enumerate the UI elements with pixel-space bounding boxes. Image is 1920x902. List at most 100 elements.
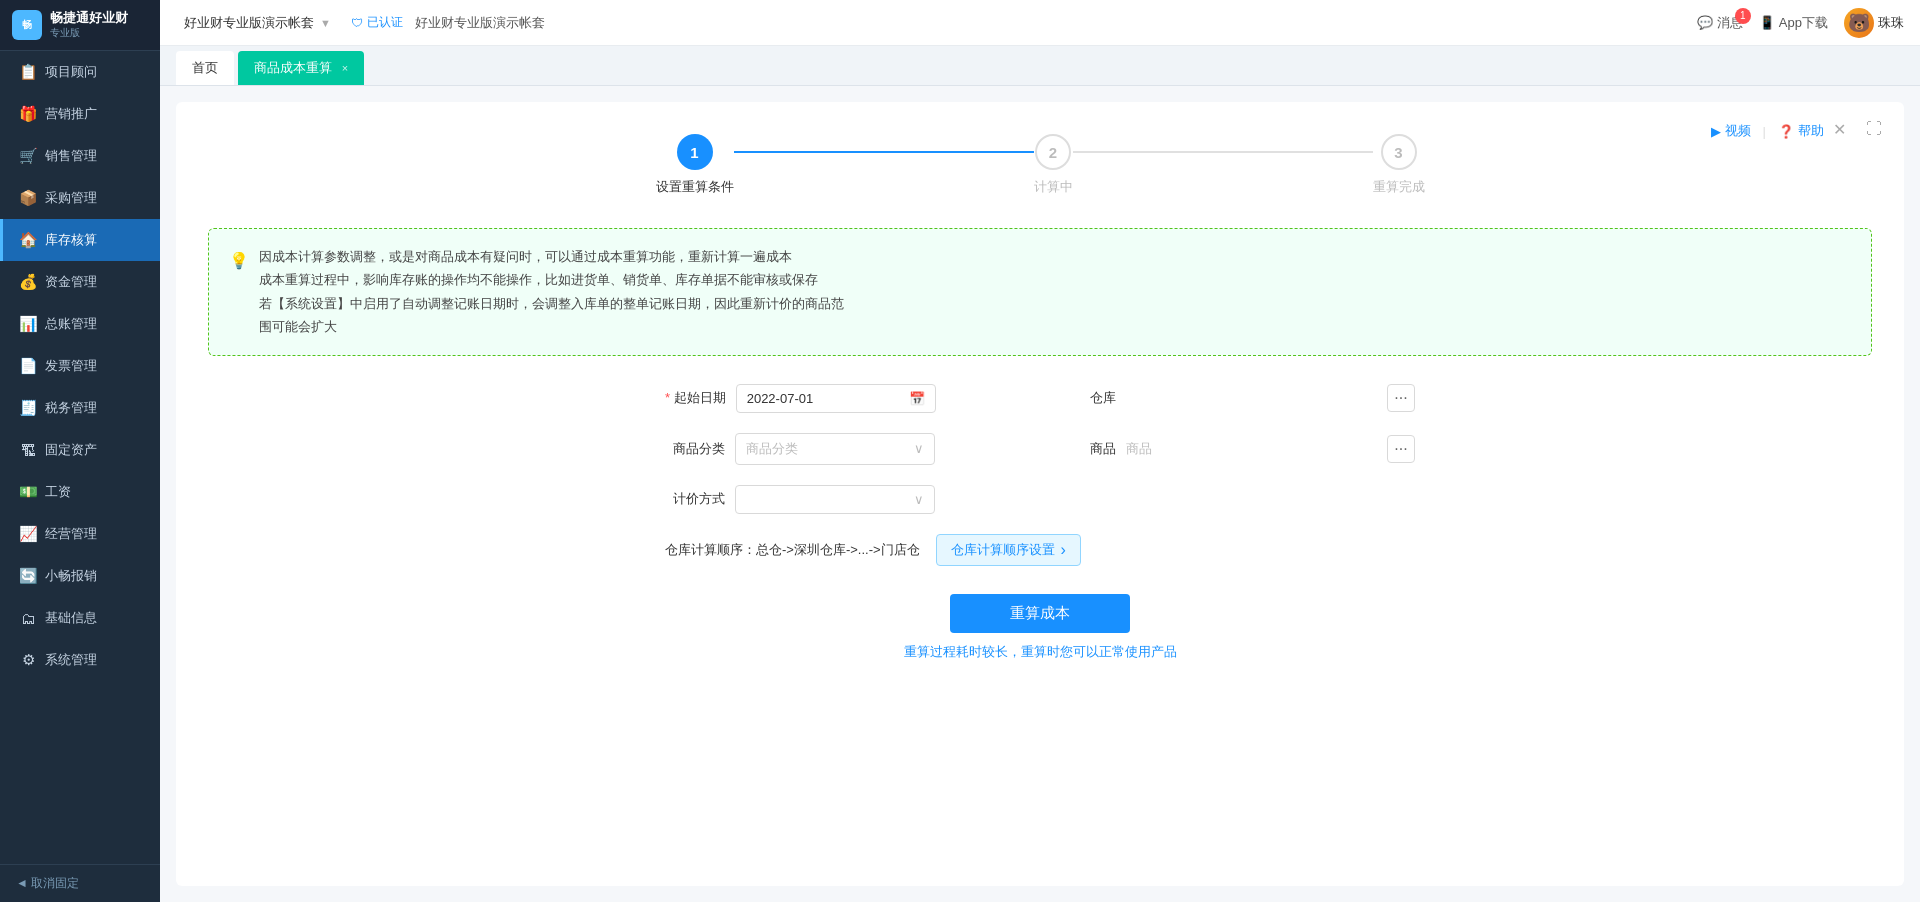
step-label-3: 重算完成: [1373, 178, 1425, 196]
tab-cost-recalc[interactable]: 商品成本重算 ×: [238, 51, 364, 85]
message-icon: 💬: [1697, 15, 1713, 30]
user-avatar-group[interactable]: 🐻 珠珠: [1844, 8, 1904, 38]
goods-placeholder: 商品: [1126, 441, 1152, 456]
sidebar-item-system[interactable]: ⚙ 系统管理: [0, 639, 160, 681]
sidebar-title: 畅捷通好业财: [50, 10, 128, 26]
goods-group: 商品 商品 ···: [1056, 435, 1415, 463]
warehouse-order-btn-label: 仓库计算顺序设置: [951, 541, 1055, 559]
sidebar-item-invoice[interactable]: 📄 发票管理: [0, 345, 160, 387]
help-link[interactable]: ❓ 帮助: [1778, 122, 1824, 140]
sidebar-item-base[interactable]: 🗂 基础信息: [0, 597, 160, 639]
base-icon: 🗂: [19, 610, 37, 627]
project-icon: 📋: [19, 63, 37, 81]
warehouse-label: 仓库: [1056, 389, 1116, 407]
video-label: 视频: [1725, 122, 1751, 140]
step-label-1: 设置重算条件: [656, 178, 734, 196]
notice-line: 因成本计算参数调整，或是对商品成本有疑问时，可以通过成本重算功能，重新计算一遍成…: [259, 245, 844, 268]
active-tab-label: 商品成本重算: [254, 60, 332, 75]
warehouse-order-label: 仓库计算顺序：总仓->深圳仓库->...->门店仓: [665, 541, 920, 559]
message-button[interactable]: 💬 消息 1: [1697, 14, 1743, 32]
account-select[interactable]: 好业财专业版演示帐套 ▼: [176, 10, 339, 36]
start-date-label: 起始日期: [665, 389, 726, 407]
inventory-icon: 🏠: [19, 231, 37, 249]
sidebar-unpin[interactable]: ◄ 取消固定: [0, 864, 160, 902]
home-tab-label: 首页: [192, 60, 218, 75]
panel-expand-btn[interactable]: ⛶: [1860, 118, 1888, 141]
sidebar-item-inventory[interactable]: 🏠 库存核算: [0, 219, 160, 261]
pricing-group: 计价方式 ∨: [665, 485, 1024, 514]
play-icon: ▶: [1711, 124, 1721, 139]
sidebar-item-label-expense: 小畅报销: [45, 567, 97, 585]
step-3: 3 重算完成: [1373, 134, 1425, 196]
stepper: 1 设置重算条件 2 计算中 3 重算完成: [208, 126, 1872, 196]
recalc-button[interactable]: 重算成本: [950, 594, 1130, 633]
pricing-chevron-icon: ∨: [914, 492, 924, 507]
verified-label: 已认证: [367, 14, 403, 31]
goods-dots-btn[interactable]: ···: [1387, 435, 1415, 463]
step-circle-1: 1: [677, 134, 713, 170]
sidebar-item-salary[interactable]: 💵 工资: [0, 471, 160, 513]
tax-icon: 🧾: [19, 399, 37, 417]
warehouse-dots-btn[interactable]: ···: [1387, 384, 1415, 412]
start-date-input[interactable]: 2022-07-01 📅: [736, 384, 936, 413]
step-circle-3: 3: [1381, 134, 1417, 170]
sidebar-item-purchase[interactable]: 📦 采购管理: [0, 177, 160, 219]
warehouse-order-btn[interactable]: 仓库计算顺序设置 ›: [936, 534, 1081, 566]
sidebar-item-project[interactable]: 📋 项目顾问: [0, 51, 160, 93]
message-badge: 1: [1735, 8, 1751, 24]
tab-home[interactable]: 首页: [176, 51, 234, 85]
sidebar-item-sales[interactable]: 🛒 销售管理: [0, 135, 160, 177]
video-link[interactable]: ▶ 视频: [1711, 122, 1751, 140]
topbar: 好业财专业版演示帐套 ▼ 🛡 已认证 好业财专业版演示帐套 💬 消息 1 📱 A…: [160, 0, 1920, 46]
sidebar-header: 畅 畅捷通好业财 专业版: [0, 0, 160, 51]
expense-icon: 🔄: [19, 567, 37, 585]
sidebar-item-general[interactable]: 📊 总账管理: [0, 303, 160, 345]
recalc-note: 重算过程耗时较长，重算时您可以正常使用产品: [904, 643, 1177, 661]
sidebar-item-label-system: 系统管理: [45, 651, 97, 669]
sidebar-title-group: 畅捷通好业财 专业版: [50, 10, 128, 40]
marketing-icon: 🎁: [19, 105, 37, 123]
start-date-value: 2022-07-01: [747, 391, 901, 406]
sidebar-item-tax[interactable]: 🧾 税务管理: [0, 387, 160, 429]
phone-icon: 📱: [1759, 15, 1775, 30]
form-row-3: 计价方式 ∨: [665, 485, 1415, 514]
sidebar-item-label-assets: 固定资产: [45, 441, 97, 459]
app-download-button[interactable]: 📱 App下载: [1759, 14, 1828, 32]
verified-badge: 🛡 已认证: [351, 14, 403, 31]
sidebar-item-expense[interactable]: 🔄 小畅报销: [0, 555, 160, 597]
pricing-select[interactable]: ∨: [735, 485, 935, 514]
purchase-icon: 📦: [19, 189, 37, 207]
category-select[interactable]: 商品分类 ∨: [735, 433, 935, 465]
step-label-2: 计算中: [1034, 178, 1073, 196]
step-circle-2: 2: [1035, 134, 1071, 170]
sidebar-item-label-invoice: 发票管理: [45, 357, 97, 375]
calendar-icon[interactable]: 📅: [909, 391, 925, 406]
notice-line: 围可能会扩大: [259, 315, 844, 338]
form-row-2: 商品分类 商品分类 ∨ 商品 商品 ···: [665, 433, 1415, 465]
panel-top-right-links: ▶ 视频 | ❓ 帮助: [1711, 122, 1824, 140]
sidebar-item-marketing[interactable]: 🎁 营销推广: [0, 93, 160, 135]
sidebar-item-label-base: 基础信息: [45, 609, 97, 627]
divider: |: [1763, 124, 1766, 139]
panel-actions: ✕ ⛶: [1827, 118, 1888, 141]
help-label: 帮助: [1798, 122, 1824, 140]
step-2: 2 计算中: [1034, 134, 1073, 196]
sidebar-item-assets[interactable]: 🏗 固定资产: [0, 429, 160, 471]
sidebar-item-label-inventory: 库存核算: [45, 231, 97, 249]
sidebar-item-label-purchase: 采购管理: [45, 189, 97, 207]
notice-line: 若【系统设置】中启用了自动调整记账日期时，会调整入库单的整单记账日期，因此重新计…: [259, 292, 844, 315]
warehouse-group: 仓库 ···: [1056, 384, 1415, 412]
tab-close-icon[interactable]: ×: [342, 62, 348, 74]
notice-box: 💡 因成本计算参数调整，或是对商品成本有疑问时，可以通过成本重算功能，重新计算一…: [208, 228, 1872, 356]
sidebar-item-funds[interactable]: 💰 资金管理: [0, 261, 160, 303]
sidebar-item-label-funds: 资金管理: [45, 273, 97, 291]
system-icon: ⚙: [19, 651, 37, 669]
sidebar-item-label-salary: 工资: [45, 483, 71, 501]
sidebar-item-operation[interactable]: 📈 经营管理: [0, 513, 160, 555]
sales-icon: 🛒: [19, 147, 37, 165]
logo-text: 畅: [22, 18, 32, 32]
topbar-right: 💬 消息 1 📱 App下载 🐻 珠珠: [1697, 8, 1904, 38]
invoice-icon: 📄: [19, 357, 37, 375]
sidebar-item-label-project: 项目顾问: [45, 63, 97, 81]
panel-close-btn[interactable]: ✕: [1827, 118, 1852, 141]
